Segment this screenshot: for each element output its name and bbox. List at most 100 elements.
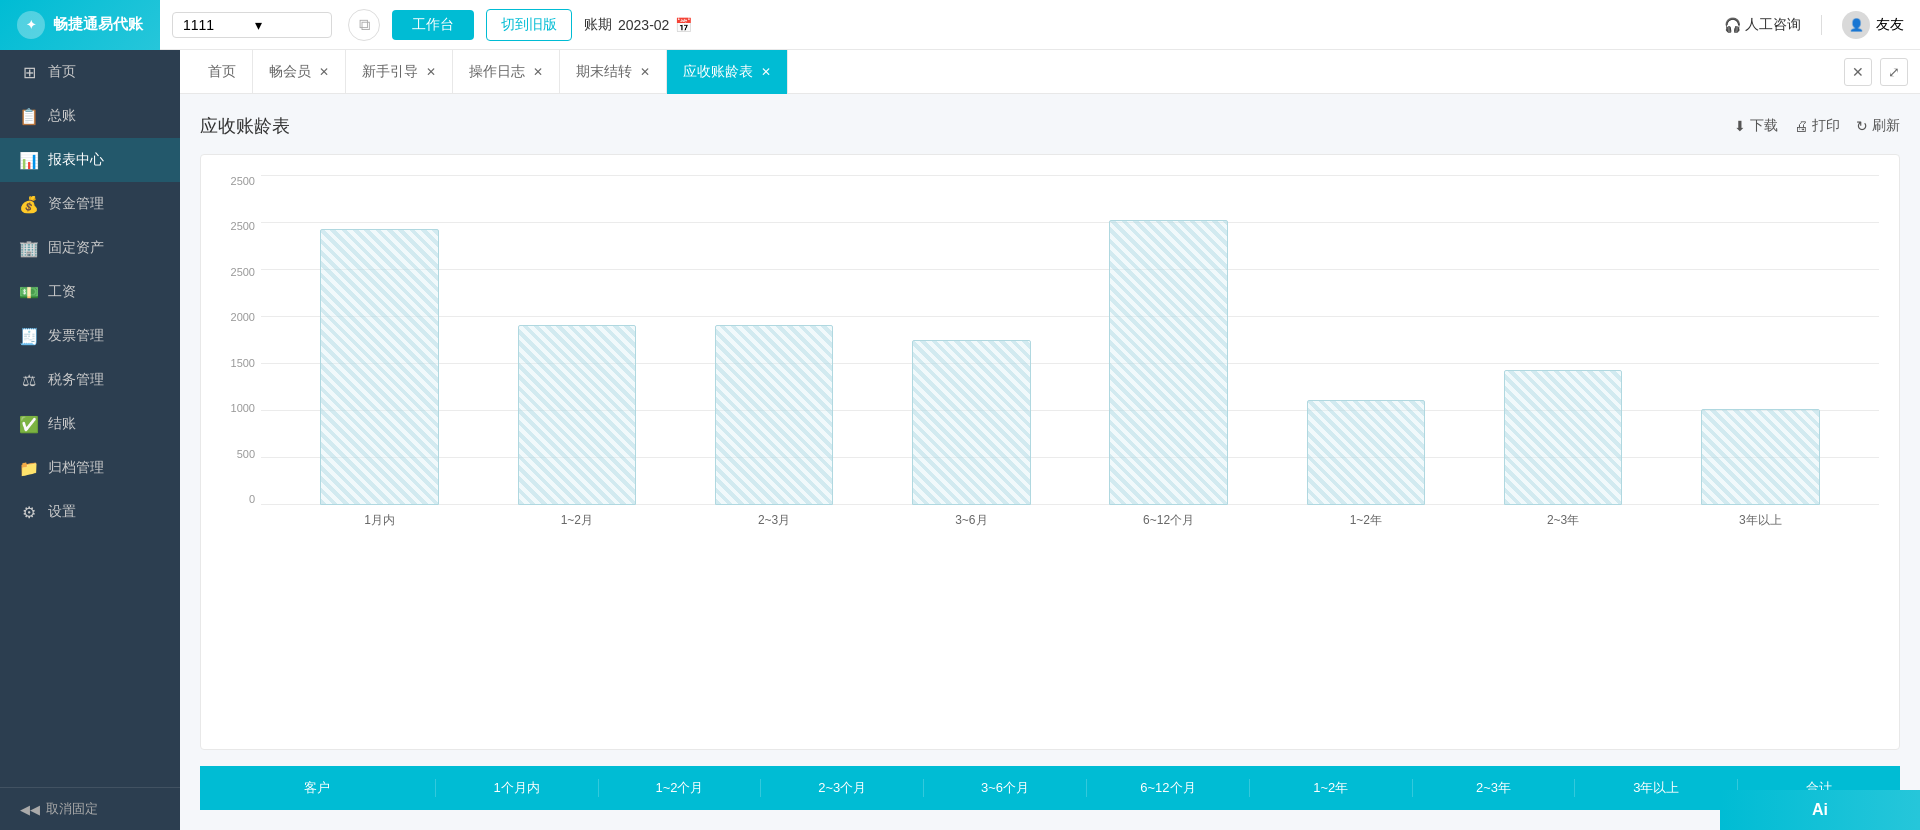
sidebar-item-home[interactable]: ⊞ 首页 [0,50,180,94]
settings-icon: ⚙ [20,503,38,521]
sidebar-label-settlement: 结账 [48,415,76,433]
divider [1821,15,1822,35]
switch-version-button[interactable]: 切到旧版 [486,9,572,41]
sidebar-item-archive[interactable]: 📁 归档管理 [0,446,180,490]
sidebar-item-payroll[interactable]: 💵 工资 [0,270,180,314]
home-icon: ⊞ [20,63,38,81]
tab-period-end[interactable]: 期末结转 ✕ [560,50,667,94]
table-header: 客户1个月内1~2个月2~3个月3~6个月6~12个月1~2年2~3年3年以上合… [200,766,1900,810]
tab-close-aging[interactable]: ✕ [761,65,771,79]
ledger-icon: 📋 [20,107,38,125]
x-axis-label: 3年以上 [1662,512,1859,529]
x-labels: 1月内1~2月2~3月3~6月6~12个月1~2年2~3年3年以上 [261,505,1879,535]
bar-group [478,325,675,505]
tab-actions: ✕ ⤢ [1844,58,1908,86]
close-tab-btn[interactable]: ✕ [1844,58,1872,86]
y-axis-label: 2500 [231,266,255,278]
calendar-icon[interactable]: 📅 [675,17,692,33]
sidebar-unpin[interactable]: ◀◀ 取消固定 [0,787,180,830]
sidebar-item-reports[interactable]: 📊 报表中心 [0,138,180,182]
company-selector[interactable]: 1111 ▾ [172,12,332,38]
download-button[interactable]: ⬇ 下载 [1734,117,1778,135]
tab-close-oplog[interactable]: ✕ [533,65,543,79]
user-name: 友友 [1876,16,1904,34]
workbench-button[interactable]: 工作台 [392,10,474,40]
invoice-icon: 🧾 [20,327,38,345]
refresh-icon: ↻ [1856,118,1868,134]
support-link[interactable]: 🎧 人工咨询 [1724,16,1801,34]
y-axis-label: 0 [249,493,255,505]
table-column-header: 1~2年 [1250,779,1413,797]
sidebar-label-tax: 税务管理 [48,371,104,389]
sidebar-label-ledger: 总账 [48,107,76,125]
print-button[interactable]: 🖨 打印 [1794,117,1840,135]
user-info[interactable]: 👤 友友 [1842,11,1904,39]
sidebar-item-tax[interactable]: ⚖ 税务管理 [0,358,180,402]
tab-close-period-end[interactable]: ✕ [640,65,650,79]
table-column-header: 客户 [200,779,436,797]
refresh-button[interactable]: ↻ 刷新 [1856,117,1900,135]
bar-group [873,340,1070,505]
sidebar: ⊞ 首页 📋 总账 📊 报表中心 💰 资金管理 🏢 固定资产 💵 工资 🧾 发票… [0,50,180,830]
sidebar-label-archive: 归档管理 [48,459,104,477]
period-info: 账期 2023-02 📅 [584,16,692,34]
bar [320,229,438,505]
page-title: 应收账龄表 [200,114,290,138]
tab-home[interactable]: 首页 [192,50,253,94]
main-layout: ⊞ 首页 📋 总账 📊 报表中心 💰 资金管理 🏢 固定资产 💵 工资 🧾 发票… [0,50,1920,830]
reports-icon: 📊 [20,151,38,169]
x-axis-label: 3~6月 [873,512,1070,529]
tab-close-guide[interactable]: ✕ [426,65,436,79]
sidebar-item-ledger[interactable]: 📋 总账 [0,94,180,138]
tab-member[interactable]: 畅会员 ✕ [253,50,346,94]
sidebar-item-assets[interactable]: 🏢 固定资产 [0,226,180,270]
y-axis-label: 2500 [231,175,255,187]
table-column-header: 1个月内 [436,779,599,797]
y-axis: 2500250025002000150010005000 [221,175,261,535]
sidebar-label-assets: 固定资产 [48,239,104,257]
bar-group [1465,370,1662,505]
table-column-header: 2~3个月 [761,779,924,797]
headset-icon: 🎧 [1724,17,1741,33]
bar-group [1662,409,1859,505]
tab-label-aging: 应收账龄表 [683,63,753,81]
bar [715,325,833,505]
sidebar-item-funds[interactable]: 💰 资金管理 [0,182,180,226]
bars-area [261,175,1879,505]
tab-guide[interactable]: 新手引导 ✕ [346,50,453,94]
chevron-down-icon: ▾ [255,17,321,33]
logo-icon: ✦ [17,11,45,39]
archive-icon: 📁 [20,459,38,477]
maximize-tab-btn[interactable]: ⤢ [1880,58,1908,86]
x-axis-label: 2~3月 [676,512,873,529]
sidebar-item-settings[interactable]: ⚙ 设置 [0,490,180,534]
print-icon: 🖨 [1794,118,1808,134]
copy-icon-btn[interactable]: ⧉ [348,9,380,41]
chart-wrapper: 2500250025002000150010005000 1月内1~2月2~3月… [221,175,1879,535]
period-label: 账期 [584,16,612,34]
ai-bar[interactable]: Ai [1720,790,1920,830]
download-label: 下载 [1750,117,1778,135]
bar [1307,400,1425,505]
x-axis-label: 1~2年 [1267,512,1464,529]
avatar: 👤 [1842,11,1870,39]
sidebar-label-payroll: 工资 [48,283,76,301]
tab-label-oplog: 操作日志 [469,63,525,81]
sidebar-label-funds: 资金管理 [48,195,104,213]
chart-inner: 2500250025002000150010005000 1月内1~2月2~3月… [221,175,1879,535]
tab-oplog[interactable]: 操作日志 ✕ [453,50,560,94]
x-axis-label: 2~3年 [1465,512,1662,529]
sidebar-unpin-label: 取消固定 [46,800,98,818]
sidebar-item-settlement[interactable]: ✅ 结账 [0,402,180,446]
payroll-icon: 💵 [20,283,38,301]
settlement-icon: ✅ [20,415,38,433]
tab-aging[interactable]: 应收账龄表 ✕ [667,50,788,94]
tab-label-guide: 新手引导 [362,63,418,81]
tab-close-member[interactable]: ✕ [319,65,329,79]
app-name: 畅捷通易代账 [53,15,143,34]
tab-label-member: 畅会员 [269,63,311,81]
tab-bar: 首页 畅会员 ✕ 新手引导 ✕ 操作日志 ✕ 期末结转 ✕ 应收账龄表 ✕ ✕ … [180,50,1920,94]
sidebar-item-invoice[interactable]: 🧾 发票管理 [0,314,180,358]
app-logo: ✦ 畅捷通易代账 [0,0,160,50]
sidebar-label-settings: 设置 [48,503,76,521]
